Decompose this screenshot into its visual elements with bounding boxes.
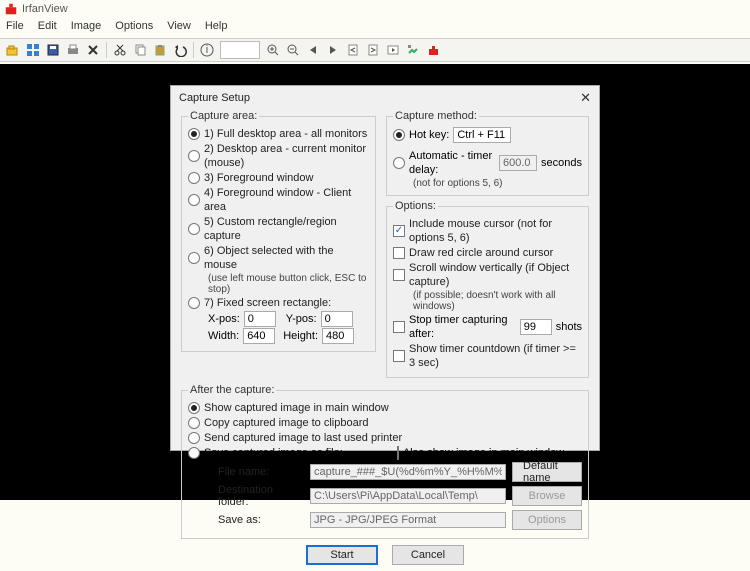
check-circle[interactable]	[393, 247, 405, 259]
stop-shots-input[interactable]	[520, 319, 552, 335]
check-stop-timer[interactable]	[393, 321, 405, 333]
radio-fixed-rect[interactable]	[188, 297, 200, 309]
prev-icon[interactable]	[304, 41, 322, 59]
scroll-hint: (if possible; doesn't work with all wind…	[393, 290, 582, 312]
after-capture-group: After the capture: Show captured image i…	[181, 384, 589, 539]
prev-page-icon[interactable]	[344, 41, 362, 59]
capture-area-group: Capture area: 1) Full desktop area - all…	[181, 110, 376, 352]
info-icon[interactable]: i	[198, 41, 216, 59]
toolbar: i	[0, 38, 750, 62]
irfan-icon[interactable]	[424, 41, 442, 59]
save-icon[interactable]	[44, 41, 62, 59]
default-name-button[interactable]: Default name	[512, 462, 582, 482]
titlebar: IrfanView	[0, 0, 750, 18]
radio-copy-clip[interactable]	[188, 417, 200, 429]
dialog-title: Capture Setup	[179, 92, 250, 104]
radio-print[interactable]	[188, 432, 200, 444]
check-scroll[interactable]	[393, 269, 405, 281]
cut-icon[interactable]	[111, 41, 129, 59]
menu-options[interactable]: Options	[115, 20, 153, 36]
thumbs-icon[interactable]	[24, 41, 42, 59]
app-title: IrfanView	[22, 3, 68, 15]
saveas-select[interactable]	[310, 512, 506, 528]
separator	[193, 42, 194, 58]
copy-icon[interactable]	[131, 41, 149, 59]
cancel-button[interactable]: Cancel	[392, 545, 464, 565]
open-icon[interactable]	[4, 41, 22, 59]
dialog-titlebar: Capture Setup ✕	[171, 86, 599, 110]
zoom-select[interactable]	[220, 41, 260, 59]
hotkey-input[interactable]	[453, 127, 511, 143]
dest-folder-input[interactable]	[310, 488, 506, 504]
menu-image[interactable]: Image	[71, 20, 102, 36]
check-countdown[interactable]	[393, 350, 405, 362]
capture-setup-dialog: Capture Setup ✕ Capture area: 1) Full de…	[170, 85, 600, 451]
radio-full-desktop[interactable]	[188, 128, 200, 140]
menu-view[interactable]: View	[167, 20, 191, 36]
separator	[106, 42, 107, 58]
settings-icon[interactable]	[404, 41, 422, 59]
undo-icon[interactable]	[171, 41, 189, 59]
menu-help[interactable]: Help	[205, 20, 228, 36]
filename-input[interactable]	[310, 464, 506, 480]
menu-file[interactable]: File	[6, 20, 24, 36]
slideshow-icon[interactable]	[384, 41, 402, 59]
next-icon[interactable]	[324, 41, 342, 59]
zoom-in-icon[interactable]	[264, 41, 282, 59]
browse-button[interactable]: Browse	[512, 486, 582, 506]
radio-current-monitor[interactable]	[188, 150, 200, 162]
radio-object[interactable]	[188, 252, 200, 264]
object-hint: (use left mouse button click, ESC to sto…	[188, 273, 369, 295]
app-icon	[4, 2, 18, 16]
delete-icon[interactable]	[84, 41, 102, 59]
options-group: Options: Include mouse cursor (not for o…	[386, 200, 589, 378]
menu-edit[interactable]: Edit	[38, 20, 57, 36]
check-also-show[interactable]	[397, 446, 399, 460]
capture-area-legend: Capture area:	[188, 110, 259, 122]
zoom-out-icon[interactable]	[284, 41, 302, 59]
radio-foreground[interactable]	[188, 172, 200, 184]
xpos-input[interactable]	[244, 311, 276, 327]
timer-delay-input[interactable]	[499, 155, 537, 171]
start-button[interactable]: Start	[306, 545, 378, 565]
radio-custom-rect[interactable]	[188, 223, 200, 235]
auto-hint: (not for options 5, 6)	[393, 178, 582, 189]
svg-text:i: i	[206, 44, 208, 56]
width-input[interactable]	[243, 328, 275, 344]
height-input[interactable]	[322, 328, 354, 344]
capture-method-group: Capture method: Hot key: Automatic - tim…	[386, 110, 589, 196]
close-icon[interactable]: ✕	[580, 90, 591, 106]
after-legend: After the capture:	[188, 384, 276, 396]
radio-client-area[interactable]	[188, 194, 200, 206]
options-button[interactable]: Options	[512, 510, 582, 530]
paste-icon[interactable]	[151, 41, 169, 59]
radio-hotkey[interactable]	[393, 129, 405, 141]
radio-auto-timer[interactable]	[393, 157, 405, 169]
radio-save-file[interactable]	[188, 447, 200, 459]
options-legend: Options:	[393, 200, 438, 212]
next-page-icon[interactable]	[364, 41, 382, 59]
print-icon[interactable]	[64, 41, 82, 59]
radio-show-main[interactable]	[188, 402, 200, 414]
check-cursor[interactable]	[393, 225, 405, 237]
capture-method-legend: Capture method:	[393, 110, 479, 122]
ypos-input[interactable]	[321, 311, 353, 327]
menubar: File Edit Image Options View Help	[0, 18, 750, 38]
